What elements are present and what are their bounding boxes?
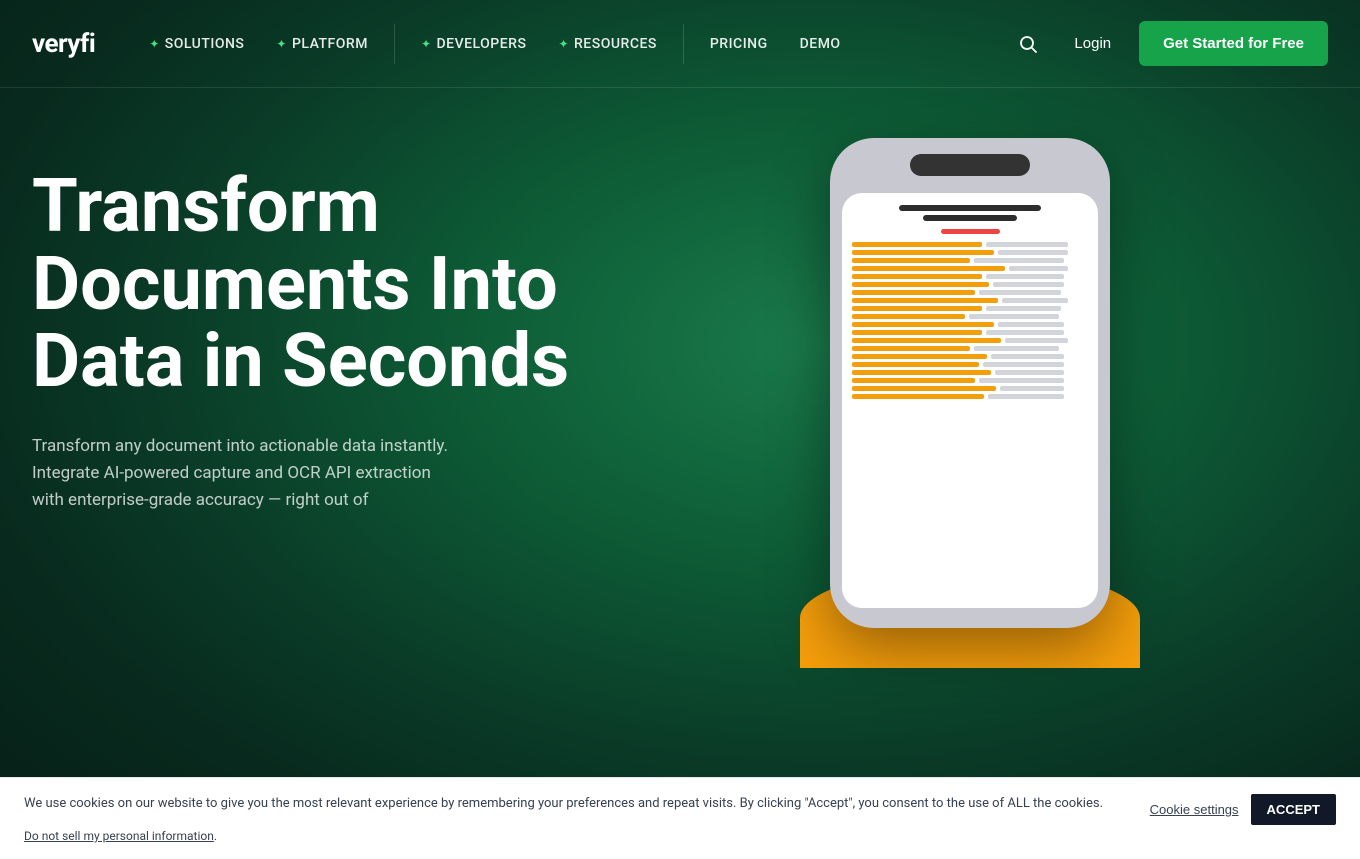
receipt-header — [852, 205, 1088, 234]
navbar: veryfi ✦ SOLUTIONS ✦ PLATFORM ✦ DEVELOPE… — [0, 0, 1360, 88]
logo[interactable]: veryfi — [32, 29, 95, 59]
cookie-top: We use cookies on our website to give yo… — [24, 794, 1336, 825]
receipt-title-line — [899, 205, 1041, 211]
nav-item-demo[interactable]: DEMO — [786, 28, 855, 60]
cookie-settings-button[interactable]: Cookie settings — [1150, 802, 1239, 817]
nav-right: Login Get Started for Free — [1010, 21, 1328, 66]
hero-right — [612, 148, 1328, 628]
phone-screen — [842, 193, 1098, 608]
nav-separator — [394, 24, 395, 64]
nav-item-developers[interactable]: ✦ DEVELOPERS — [407, 28, 540, 60]
get-started-button[interactable]: Get Started for Free — [1139, 21, 1328, 66]
nav-separator-2 — [683, 24, 684, 64]
phone-illustration — [830, 138, 1110, 628]
cookie-bottom: Do not sell my personal information. — [24, 829, 1336, 843]
phone-outer — [830, 138, 1110, 628]
dynamic-island — [910, 154, 1030, 176]
cookie-banner: We use cookies on our website to give yo… — [0, 777, 1360, 859]
spark-icon: ✦ — [558, 37, 569, 51]
receipt-subtitle-line — [923, 215, 1017, 221]
search-icon — [1018, 34, 1038, 54]
nav-item-resources[interactable]: ✦ RESOURCES — [544, 28, 670, 60]
nav-links: ✦ SOLUTIONS ✦ PLATFORM ✦ DEVELOPERS ✦ RE… — [135, 24, 1010, 64]
search-button[interactable] — [1010, 26, 1046, 62]
receipt-price-line — [941, 229, 1000, 234]
spark-icon: ✦ — [149, 37, 160, 51]
hero-left: Transform Documents Into Data in Seconds… — [32, 148, 612, 515]
nav-item-pricing[interactable]: PRICING — [696, 28, 782, 60]
hero-subtitle: Transform any document into actionable d… — [32, 433, 452, 515]
hero-title: Transform Documents Into Data in Seconds — [32, 168, 612, 401]
cookie-accept-button[interactable]: ACCEPT — [1251, 794, 1336, 825]
cookie-text: We use cookies on our website to give yo… — [24, 794, 1130, 814]
nav-item-platform[interactable]: ✦ PLATFORM — [262, 28, 382, 60]
login-button[interactable]: Login — [1062, 27, 1123, 60]
spark-icon: ✦ — [276, 37, 287, 51]
hero-section: Transform Documents Into Data in Seconds… — [0, 88, 1360, 799]
nav-item-solutions[interactable]: ✦ SOLUTIONS — [135, 28, 258, 60]
cookie-actions: Cookie settings ACCEPT — [1150, 794, 1336, 825]
spark-icon: ✦ — [421, 37, 432, 51]
do-not-sell-link[interactable]: Do not sell my personal information — [24, 829, 214, 843]
receipt-data-lines — [852, 242, 1088, 399]
